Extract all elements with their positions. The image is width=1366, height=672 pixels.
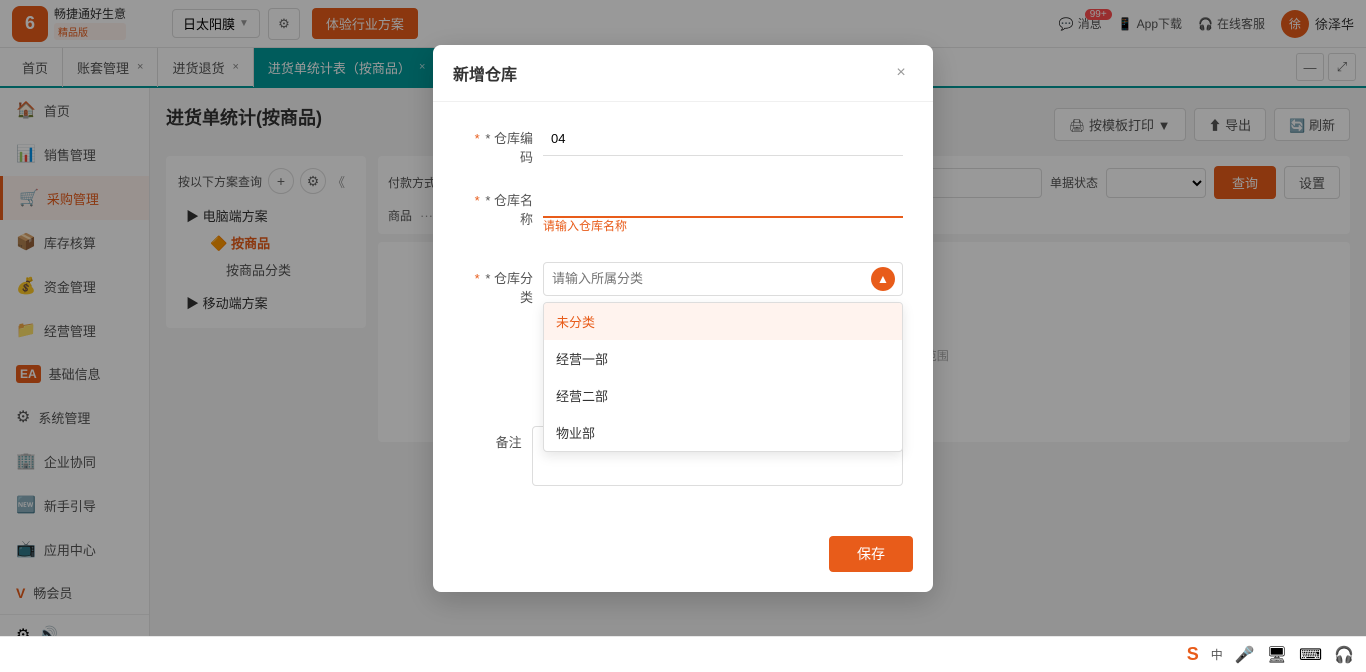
- warehouse-code-input[interactable]: [543, 122, 903, 156]
- warehouse-category-row: * * 仓库分类 ▲ 未分类 经营一部 经营二部 物业部: [463, 262, 903, 306]
- screen-icon[interactable]: 🖥: [1267, 645, 1287, 665]
- warehouse-name-error: 请输入仓库名称: [543, 217, 627, 234]
- save-button[interactable]: 保存: [829, 536, 913, 572]
- category-option-uncategorized[interactable]: 未分类: [544, 303, 902, 340]
- warehouse-category-label: * * 仓库分类: [463, 262, 543, 306]
- keyboard-icon[interactable]: ⌨: [1299, 645, 1322, 665]
- mic-icon[interactable]: 🎤: [1235, 645, 1255, 665]
- category-option-property[interactable]: 物业部: [544, 414, 902, 451]
- warehouse-category-wrap: ▲ 未分类 经营一部 经营二部 物业部: [543, 262, 903, 296]
- modal-header: 新增仓库 ×: [433, 45, 933, 102]
- s-icon[interactable]: S: [1187, 644, 1199, 665]
- lang-switch[interactable]: 中: [1211, 646, 1223, 663]
- warehouse-name-wrap: 请输入仓库名称: [543, 184, 903, 218]
- statusbar: S 中 🎤 🖥 ⌨ 🎧: [0, 636, 1366, 672]
- category-dropdown-list: 未分类 经营一部 经营二部 物业部: [543, 302, 903, 452]
- warehouse-category-input[interactable]: [543, 262, 903, 296]
- warehouse-code-row: * * 仓库编码: [463, 122, 903, 166]
- add-warehouse-modal: 新增仓库 × * * 仓库编码 * * 仓库名称 请输入仓库名称: [433, 45, 933, 592]
- dropdown-toggle-button[interactable]: ▲: [871, 267, 895, 291]
- modal-close-button[interactable]: ×: [889, 61, 913, 85]
- modal-body: * * 仓库编码 * * 仓库名称 请输入仓库名称: [433, 102, 933, 524]
- modal-title: 新增仓库: [453, 61, 517, 85]
- warehouse-name-row: * * 仓库名称 请输入仓库名称: [463, 184, 903, 228]
- modal-footer: 保存: [433, 524, 933, 592]
- headphone-icon[interactable]: 🎧: [1334, 645, 1354, 665]
- warehouse-name-input[interactable]: [543, 184, 903, 218]
- category-option-ops2[interactable]: 经营二部: [544, 377, 902, 414]
- warehouse-code-label: * * 仓库编码: [463, 122, 543, 166]
- modal-overlay[interactable]: 新增仓库 × * * 仓库编码 * * 仓库名称 请输入仓库名称: [0, 0, 1366, 636]
- category-option-ops1[interactable]: 经营一部: [544, 340, 902, 377]
- warehouse-note-label: 备注: [463, 426, 532, 451]
- warehouse-name-label: * * 仓库名称: [463, 184, 543, 228]
